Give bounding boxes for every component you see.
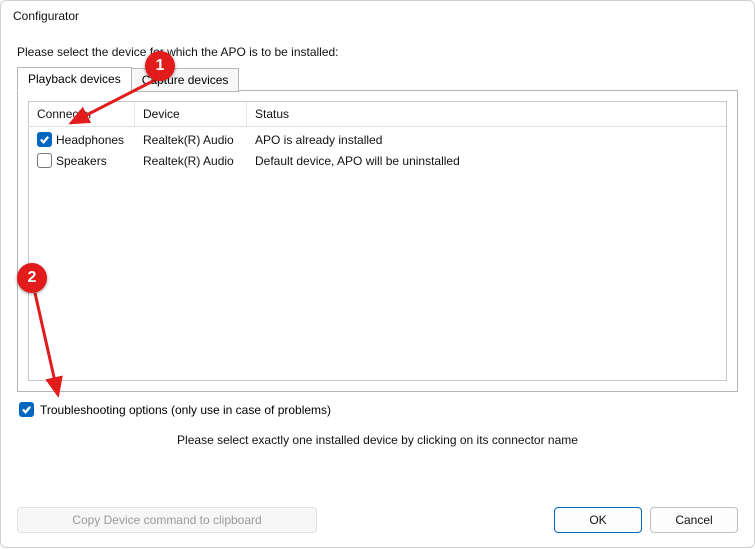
device-connector-label: Headphones	[56, 133, 124, 147]
device-status-label: APO is already installed	[247, 131, 726, 149]
table-row[interactable]: Headphones Realtek(R) Audio APO is alrea…	[29, 129, 726, 150]
cancel-button[interactable]: Cancel	[650, 507, 738, 533]
column-header-connector[interactable]: Connector	[29, 102, 135, 126]
device-checkbox-speakers[interactable]	[37, 153, 52, 168]
device-connector-label: Speakers	[56, 154, 107, 168]
tab-panel-playback: Connector Device Status Headphones Realt…	[17, 90, 738, 392]
column-header-device[interactable]: Device	[135, 102, 247, 126]
tab-playback-devices[interactable]: Playback devices	[17, 67, 132, 91]
troubleshooting-checkbox[interactable]	[19, 402, 34, 417]
device-checkbox-headphones[interactable]	[37, 132, 52, 147]
dialog-button-row: Copy Device command to clipboard OK Canc…	[17, 507, 738, 533]
window-title: Configurator	[1, 1, 754, 31]
device-tabs: Playback devices Capture devices	[17, 67, 738, 91]
device-name-label: Realtek(R) Audio	[135, 152, 247, 170]
troubleshooting-label: Troubleshooting options (only use in cas…	[40, 403, 331, 417]
device-name-label: Realtek(R) Audio	[135, 131, 247, 149]
ok-button[interactable]: OK	[554, 507, 642, 533]
table-row[interactable]: Speakers Realtek(R) Audio Default device…	[29, 150, 726, 171]
tab-capture-devices[interactable]: Capture devices	[131, 68, 240, 92]
selection-hint: Please select exactly one installed devi…	[17, 433, 738, 447]
device-table-header: Connector Device Status	[29, 102, 726, 127]
device-table: Connector Device Status Headphones Realt…	[28, 101, 727, 381]
device-status-label: Default device, APO will be uninstalled	[247, 152, 726, 170]
copy-device-command-button: Copy Device command to clipboard	[17, 507, 317, 533]
instruction-text: Please select the device for which the A…	[17, 45, 738, 59]
column-header-status[interactable]: Status	[247, 102, 726, 126]
